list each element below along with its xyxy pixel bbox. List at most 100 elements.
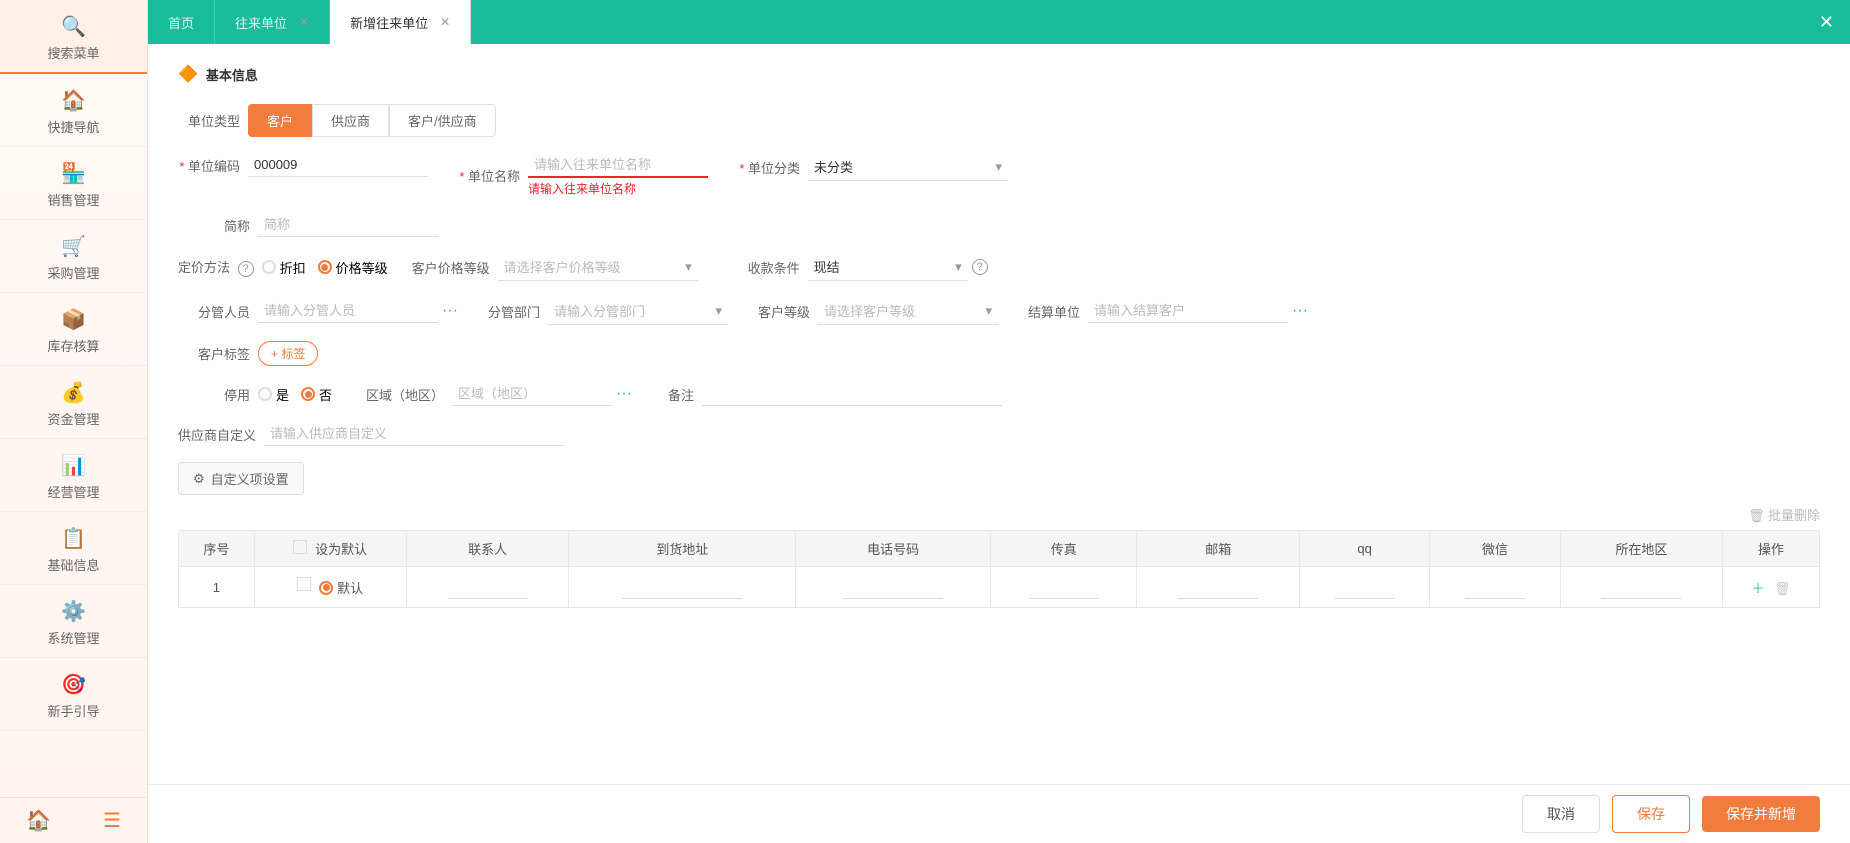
col-action: 操作 (1723, 531, 1820, 567)
cell-fax[interactable] (991, 567, 1137, 608)
tab-new-partner-close[interactable]: ✕ (440, 15, 450, 29)
payment-info-icon[interactable]: ? (972, 259, 988, 275)
wechat-input[interactable] (1465, 575, 1525, 599)
pricing-method-label: 定价方法 ? (178, 257, 262, 277)
customer-price-select[interactable]: 请选择客户价格等级 ▾ (498, 253, 698, 281)
batch-delete-btn[interactable]: 🗑 批量删除 (178, 505, 1820, 524)
tab-new-partner[interactable]: 新增往来单位 ✕ (330, 0, 471, 44)
email-input[interactable] (1178, 575, 1258, 599)
payment-terms-select[interactable]: 现结 ▾ (808, 253, 968, 281)
table-row: 1 默认 (179, 567, 1820, 608)
unit-code-input[interactable]: 000009 (248, 153, 428, 177)
address-input[interactable] (622, 575, 742, 599)
supplier-custom-input[interactable] (264, 422, 564, 446)
region-input[interactable] (452, 382, 612, 406)
contact-input[interactable] (448, 575, 528, 599)
tab-bar-close-all[interactable]: ✕ (1819, 12, 1850, 33)
row-checkbox[interactable] (297, 577, 311, 591)
tab-partner-label: 往来单位 (235, 13, 287, 32)
tab-partner[interactable]: 往来单位 ✕ (215, 0, 330, 44)
cell-contact[interactable] (406, 567, 569, 608)
delete-row-icon[interactable]: 🗑 (1774, 581, 1791, 596)
col-default-label: 设为默认 (315, 542, 367, 557)
settlement-input[interactable] (1088, 299, 1288, 323)
qq-input[interactable] (1335, 575, 1395, 599)
radio-no-label: 否 (319, 385, 332, 404)
customer-level-select[interactable]: 请选择客户等级 ▾ (818, 297, 998, 325)
settlement-field: 结算单位 ··· (1018, 299, 1820, 323)
settlement-more-icon[interactable]: ··· (1292, 302, 1308, 320)
note-input[interactable] (702, 382, 1002, 406)
sidebar-item-system[interactable]: ⚙️ 系统管理 (0, 585, 147, 658)
sidebar-item-basic[interactable]: 📋 基础信息 (0, 512, 147, 585)
batch-delete-label: 批量删除 (1768, 508, 1820, 523)
dept-select[interactable]: 请输入分管部门 ▾ (548, 297, 728, 325)
pricing-method-field: 定价方法 ? 折扣 价格等级 (178, 257, 388, 277)
unit-type-supplier[interactable]: 供应商 (312, 104, 389, 137)
customer-tag-row: 客户标签 + 标签 (178, 341, 1820, 366)
customer-level-placeholder: 请选择客户等级 (824, 301, 915, 320)
customer-tag-label: 客户标签 (178, 344, 258, 363)
section-title: 基本信息 (206, 65, 258, 84)
add-row-icon[interactable]: ＋ (1751, 581, 1764, 596)
radio-discount-circle (262, 260, 276, 274)
pricing-row: 定价方法 ? 折扣 价格等级 客户价格等级 请选择客户价 (178, 253, 1820, 281)
short-name-input[interactable] (258, 213, 438, 237)
sidebar-item-operation[interactable]: 📊 经营管理 (0, 439, 147, 512)
phone-input[interactable] (843, 575, 943, 599)
sidebar-item-purchase[interactable]: 🛒 采购管理 (0, 220, 147, 293)
unit-category-select[interactable]: 未分类 ▾ (808, 153, 1008, 181)
sidebar-item-search[interactable]: 🔍 搜索菜单 (0, 0, 147, 74)
radio-no[interactable]: 否 (301, 385, 332, 404)
cell-region[interactable] (1560, 567, 1723, 608)
cell-address[interactable] (569, 567, 796, 608)
region-table-input[interactable] (1601, 575, 1681, 599)
fax-input[interactable] (1029, 575, 1099, 599)
dept-field: 分管部门 请输入分管部门 ▾ (478, 297, 728, 325)
col-address: 到货地址 (569, 531, 796, 567)
radio-price-level[interactable]: 价格等级 (318, 258, 388, 277)
tab-home[interactable]: 首页 (148, 0, 215, 44)
chevron-down-icon: ▾ (995, 159, 1002, 175)
sidebar-item-sales[interactable]: 🏪 销售管理 (0, 147, 147, 220)
row-default-radio[interactable]: 默认 (319, 578, 363, 597)
sidebar-item-label: 销售管理 (47, 190, 99, 209)
manager-input[interactable] (258, 299, 438, 323)
header-checkbox[interactable] (293, 540, 307, 554)
cell-phone[interactable] (796, 567, 991, 608)
manager-more-icon[interactable]: ··· (442, 302, 458, 320)
unit-name-error: 请输入往来单位名称 (528, 180, 708, 197)
sidebar-item-inventory[interactable]: 📦 库存核算 (0, 293, 147, 366)
region-more-icon[interactable]: ··· (616, 385, 632, 403)
sidebar-item-newbie[interactable]: 🎯 新手引导 (0, 658, 147, 731)
supplier-custom-label: 供应商自定义 (178, 425, 264, 444)
cell-action: ＋ 🗑 (1723, 567, 1820, 608)
unit-name-input[interactable] (528, 153, 708, 178)
save-new-button[interactable]: 保存并新增 (1702, 796, 1820, 832)
row-default-radio-circle (319, 581, 333, 595)
pricing-info-icon[interactable]: ? (238, 261, 254, 277)
pricing-radio-group: 折扣 价格等级 (262, 258, 388, 277)
unit-type-both[interactable]: 客户/供应商 (389, 104, 496, 137)
tab-partner-close[interactable]: ✕ (299, 15, 309, 29)
cancel-button[interactable]: 取消 (1522, 795, 1600, 833)
radio-discount[interactable]: 折扣 (262, 258, 306, 277)
unit-type-customer[interactable]: 客户 (248, 104, 312, 137)
sidebar-item-label: 系统管理 (47, 628, 99, 647)
cell-email[interactable] (1137, 567, 1300, 608)
cell-qq[interactable] (1299, 567, 1429, 608)
sidebar: 🔍 搜索菜单 🏠 快捷导航 🏪 销售管理 🛒 采购管理 📦 库存核算 💰 资金管… (0, 0, 148, 843)
sidebar-home-btn[interactable]: 🏠 (26, 808, 51, 833)
radio-yes[interactable]: 是 (258, 385, 289, 404)
sidebar-item-finance[interactable]: 💰 资金管理 (0, 366, 147, 439)
tab-bar: 首页 往来单位 ✕ 新增往来单位 ✕ ✕ (148, 0, 1850, 44)
tag-add-button[interactable]: + 标签 (258, 341, 318, 366)
payment-terms-field: 收款条件 现结 ▾ ? (728, 253, 1820, 281)
operation-icon: 📊 (61, 453, 86, 478)
sidebar-item-label: 搜索菜单 (47, 43, 99, 62)
save-button[interactable]: 保存 (1612, 795, 1690, 833)
sidebar-item-quick-nav[interactable]: 🏠 快捷导航 (0, 74, 147, 147)
cell-wechat[interactable] (1430, 567, 1560, 608)
sidebar-menu-btn[interactable]: ☰ (103, 808, 121, 833)
custom-settings-button[interactable]: ⚙ 自定义项设置 (178, 462, 304, 495)
